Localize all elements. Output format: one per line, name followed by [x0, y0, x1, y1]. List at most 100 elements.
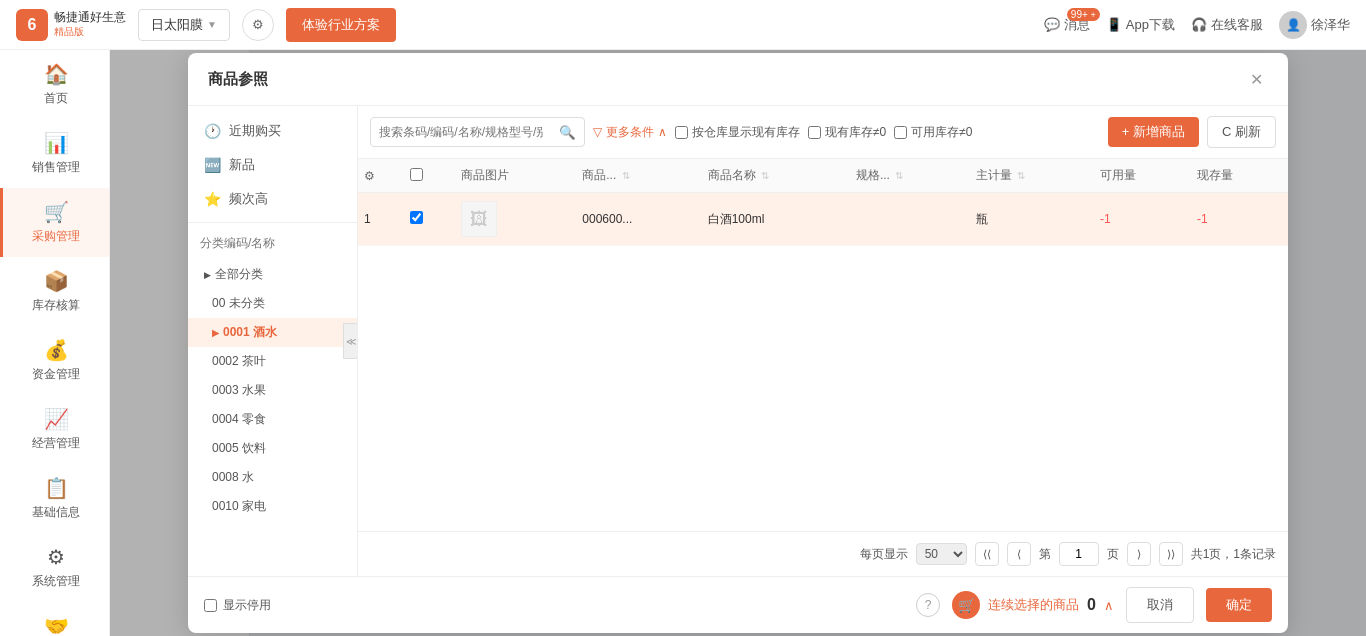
active-arrow-icon: ▶ [212, 328, 219, 338]
category-tree: ▶ 全部分类 00 未分类 ▶ 0001 酒水 0002 茶 [188, 256, 357, 525]
sales-icon: 📊 [44, 131, 69, 155]
recent-icon: 🕐 [204, 123, 221, 139]
message-badge: 99+ + [1067, 8, 1100, 21]
pagination-bar: 每页显示 50 100 200 ⟨⟨ ⟨ 第 页 ⟩ [358, 531, 1288, 576]
category-00[interactable]: 00 未分类 [188, 289, 357, 318]
sidebar-item-enterprise[interactable]: 🤝 企业协同 [0, 602, 109, 636]
row-spec-cell [850, 193, 970, 246]
category-0003[interactable]: 0003 水果 [188, 376, 357, 405]
logo-badge: 精品版 [54, 25, 126, 39]
sidebar-item-finance[interactable]: 💰 资金管理 [0, 326, 109, 395]
finance-icon: 💰 [44, 338, 69, 362]
category-0010[interactable]: 0010 家电 [188, 492, 357, 521]
checkbox-stock-input[interactable] [808, 126, 821, 139]
select-all-checkbox[interactable] [410, 168, 423, 181]
add-product-button[interactable]: + 新增商品 [1108, 117, 1199, 147]
row-available-cell: -1 [1094, 193, 1191, 246]
col-available-header[interactable]: 可用量 [1094, 159, 1191, 193]
message-item[interactable]: 💬 消息 99+ + [1044, 16, 1090, 34]
logo-text: 畅捷通好生意 [54, 10, 126, 26]
basic-info-icon: 📋 [44, 476, 69, 500]
modal-body: 🕐 近期购买 🆕 新品 ⭐ 频次高 [188, 106, 1288, 576]
page-number-input[interactable] [1059, 542, 1099, 566]
experience-button[interactable]: 体验行业方案 [286, 8, 396, 42]
system-icon: ⚙ [47, 545, 65, 569]
help-icon[interactable]: ? [916, 593, 940, 617]
arrow-icon: ▶ [204, 270, 211, 280]
product-table: ⚙ 商品图片 [358, 159, 1288, 246]
col-spec-header[interactable]: 规格... ⇅ [850, 159, 970, 193]
modal-close-button[interactable]: ✕ [1244, 67, 1268, 91]
enterprise-icon: 🤝 [44, 614, 69, 636]
next-page-btn[interactable]: ⟩ [1127, 542, 1151, 566]
show-disabled-checkbox[interactable] [204, 599, 217, 612]
left-panel-collapse-btn[interactable]: ≪ [343, 323, 358, 359]
content-area: 查询 设置 刷新 商品参照 ✕ 🕐 [110, 50, 1366, 636]
nav-right: 💬 消息 99+ + 📱 App下载 🎧 在线客服 👤 徐泽华 [1044, 11, 1350, 39]
sidebar-item-basic-info[interactable]: 📋 基础信息 [0, 464, 109, 533]
user-item[interactable]: 👤 徐泽华 [1279, 11, 1350, 39]
category-0002[interactable]: 0002 茶叶 [188, 347, 357, 376]
sidebar-item-purchase[interactable]: 🛒 采购管理 [0, 188, 109, 257]
sidebar-item-sales[interactable]: 📊 销售管理 [0, 119, 109, 188]
col-settings: ⚙ [358, 159, 404, 193]
refresh-button[interactable]: C 刷新 [1207, 116, 1276, 148]
new-product-item[interactable]: 🆕 新品 [188, 148, 357, 182]
modal-overlay: 商品参照 ✕ 🕐 近期购买 🆕 新品 [110, 50, 1366, 636]
store-dropdown[interactable]: 日太阳膜 ▼ [138, 9, 230, 41]
last-page-btn[interactable]: ⟩⟩ [1159, 542, 1183, 566]
main-layout: 🏠 首页 📊 销售管理 🛒 采购管理 📦 库存核算 💰 资金管理 📈 经营管理 … [0, 50, 1366, 636]
modal-title: 商品参照 [208, 70, 268, 89]
prev-page-btn[interactable]: ⟨ [1007, 542, 1031, 566]
category-0008[interactable]: 0008 水 [188, 463, 357, 492]
sort-spec-icon: ⇅ [895, 170, 903, 181]
logo-area: 6 畅捷通好生意 精品版 [16, 9, 126, 41]
avatar: 👤 [1279, 11, 1307, 39]
category-search-input[interactable] [200, 236, 350, 250]
row-checkbox[interactable] [410, 211, 423, 224]
cart-collapse-btn[interactable]: ∧ [1104, 598, 1114, 613]
inventory-icon: 📦 [44, 269, 69, 293]
top-nav: 6 畅捷通好生意 精品版 日太阳膜 ▼ ⚙ 体验行业方案 💬 消息 99+ + … [0, 0, 1366, 50]
col-settings-icon[interactable]: ⚙ [364, 169, 375, 183]
col-unit-header[interactable]: 主计量 ⇅ [970, 159, 1094, 193]
checkbox-available-input[interactable] [894, 126, 907, 139]
table-row[interactable]: 1 🖼 000600... 白酒100ml [358, 193, 1288, 246]
col-name-header[interactable]: 商品名称 ⇅ [702, 159, 850, 193]
category-0004[interactable]: 0004 零食 [188, 405, 357, 434]
filter-button[interactable]: ▽ 更多条件 ∧ [593, 124, 667, 141]
sort-name-icon: ⇅ [761, 170, 769, 181]
home-icon: 🏠 [44, 62, 69, 86]
cart-icon: 🛒 [952, 591, 980, 619]
frequent-item[interactable]: ⭐ 频次高 [188, 182, 357, 216]
settings-icon[interactable]: ⚙ [242, 9, 274, 41]
sidebar-item-system[interactable]: ⚙ 系统管理 [0, 533, 109, 602]
col-stock-header[interactable]: 现存量 [1191, 159, 1288, 193]
recent-purchase-item[interactable]: 🕐 近期购买 [188, 114, 357, 148]
category-0001[interactable]: ▶ 0001 酒水 [188, 318, 357, 347]
business-icon: 📈 [44, 407, 69, 431]
row-stock-cell: -1 [1191, 193, 1288, 246]
category-0005[interactable]: 0005 饮料 [188, 434, 357, 463]
sidebar-item-business[interactable]: 📈 经营管理 [0, 395, 109, 464]
product-search-input[interactable] [371, 121, 551, 143]
sidebar-item-home[interactable]: 🏠 首页 [0, 50, 109, 119]
cancel-button[interactable]: 取消 [1126, 587, 1194, 623]
online-service-item[interactable]: 🎧 在线客服 [1191, 16, 1263, 34]
left-panel: 🕐 近期购买 🆕 新品 ⭐ 频次高 [188, 106, 358, 576]
sort-icon: ⇅ [622, 170, 630, 181]
sort-unit-icon: ⇅ [1017, 170, 1025, 181]
checkbox-warehouse-input[interactable] [675, 126, 688, 139]
app-download-item[interactable]: 📱 App下载 [1106, 16, 1175, 34]
per-page-select[interactable]: 50 100 200 [916, 543, 967, 565]
right-panel: 🔍 ▽ 更多条件 ∧ 按仓库显示现有库存 [358, 106, 1288, 576]
table-wrap: ⚙ 商品图片 [358, 159, 1288, 531]
sidebar-item-inventory[interactable]: 📦 库存核算 [0, 257, 109, 326]
confirm-button[interactable]: 确定 [1206, 588, 1272, 622]
message-icon: 💬 [1044, 17, 1060, 32]
search-button[interactable]: 🔍 [551, 121, 584, 144]
col-code-header[interactable]: 商品... ⇅ [576, 159, 701, 193]
category-all[interactable]: ▶ 全部分类 [188, 260, 357, 289]
first-page-btn[interactable]: ⟨⟨ [975, 542, 999, 566]
row-checkbox-cell [404, 193, 455, 246]
